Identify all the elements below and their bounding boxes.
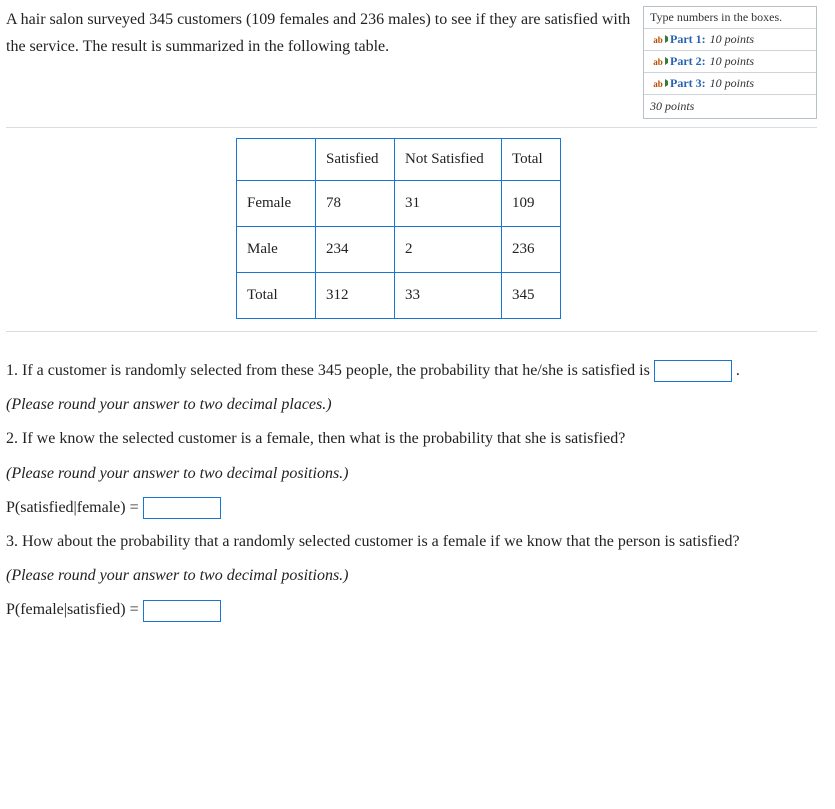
part-points: 10 points (710, 76, 754, 91)
question-2-formula: P(satisfied|female) = (6, 499, 139, 516)
table-cell: Total (237, 273, 316, 319)
table-cell: Female (237, 181, 316, 227)
table-cell: 78 (316, 181, 395, 227)
part-label: Part 1: (670, 32, 706, 47)
part-points: 10 points (710, 32, 754, 47)
table-cell: 109 (502, 181, 561, 227)
table-header-cell (237, 139, 316, 181)
table-cell: 236 (502, 227, 561, 273)
hint-1: (Please round your answer to two decimal… (6, 389, 817, 420)
table-header-cell: Total (502, 139, 561, 181)
question-3-text: 3. How about the probability that a rand… (6, 526, 817, 557)
table-cell: 312 (316, 273, 395, 319)
question-3-formula: P(female|satisfied) = (6, 601, 139, 618)
data-table-wrapper: Satisfied Not Satisfied Total Female 78 … (6, 128, 817, 331)
problem-statement: A hair salon surveyed 345 customers (109… (6, 6, 635, 60)
answer-input-3[interactable] (143, 600, 221, 622)
table-header-cell: Not Satisfied (395, 139, 502, 181)
edit-icon: ab (650, 33, 666, 47)
part-points: 10 points (710, 54, 754, 69)
points-box: Type numbers in the boxes. ab Part 1: 10… (643, 6, 817, 119)
points-total: 30 points (644, 95, 816, 118)
edit-icon: ab (650, 77, 666, 91)
table-cell: Male (237, 227, 316, 273)
table-cell: 33 (395, 273, 502, 319)
question-2-text: 2. If we know the selected customer is a… (6, 423, 817, 454)
table-cell: 31 (395, 181, 502, 227)
table-header-row: Satisfied Not Satisfied Total (237, 139, 561, 181)
answer-input-1[interactable] (654, 360, 732, 382)
question-1-text: 1. If a customer is randomly selected fr… (6, 362, 650, 379)
question-1-period: . (736, 362, 740, 379)
question-1: 1. If a customer is randomly selected fr… (6, 355, 817, 386)
part-label: Part 3: (670, 76, 706, 91)
top-section: A hair salon surveyed 345 customers (109… (6, 6, 817, 127)
edit-icon: ab (650, 55, 666, 69)
points-part-2: ab Part 2: 10 points (644, 51, 816, 73)
answer-input-2[interactable] (143, 497, 221, 519)
hint-2: (Please round your answer to two decimal… (6, 458, 817, 489)
table-row: Female 78 31 109 (237, 181, 561, 227)
table-row: Total 312 33 345 (237, 273, 561, 319)
question-3-formula-line: P(female|satisfied) = (6, 594, 817, 625)
table-header-cell: Satisfied (316, 139, 395, 181)
data-table: Satisfied Not Satisfied Total Female 78 … (236, 138, 561, 319)
table-cell: 345 (502, 273, 561, 319)
points-part-3: ab Part 3: 10 points (644, 73, 816, 95)
questions-section: 1. If a customer is randomly selected fr… (6, 332, 817, 626)
table-cell: 2 (395, 227, 502, 273)
points-part-1: ab Part 1: 10 points (644, 29, 816, 51)
table-row: Male 234 2 236 (237, 227, 561, 273)
question-2-formula-line: P(satisfied|female) = (6, 492, 817, 523)
hint-3: (Please round your answer to two decimal… (6, 560, 817, 591)
part-label: Part 2: (670, 54, 706, 69)
points-box-header: Type numbers in the boxes. (644, 7, 816, 29)
table-cell: 234 (316, 227, 395, 273)
